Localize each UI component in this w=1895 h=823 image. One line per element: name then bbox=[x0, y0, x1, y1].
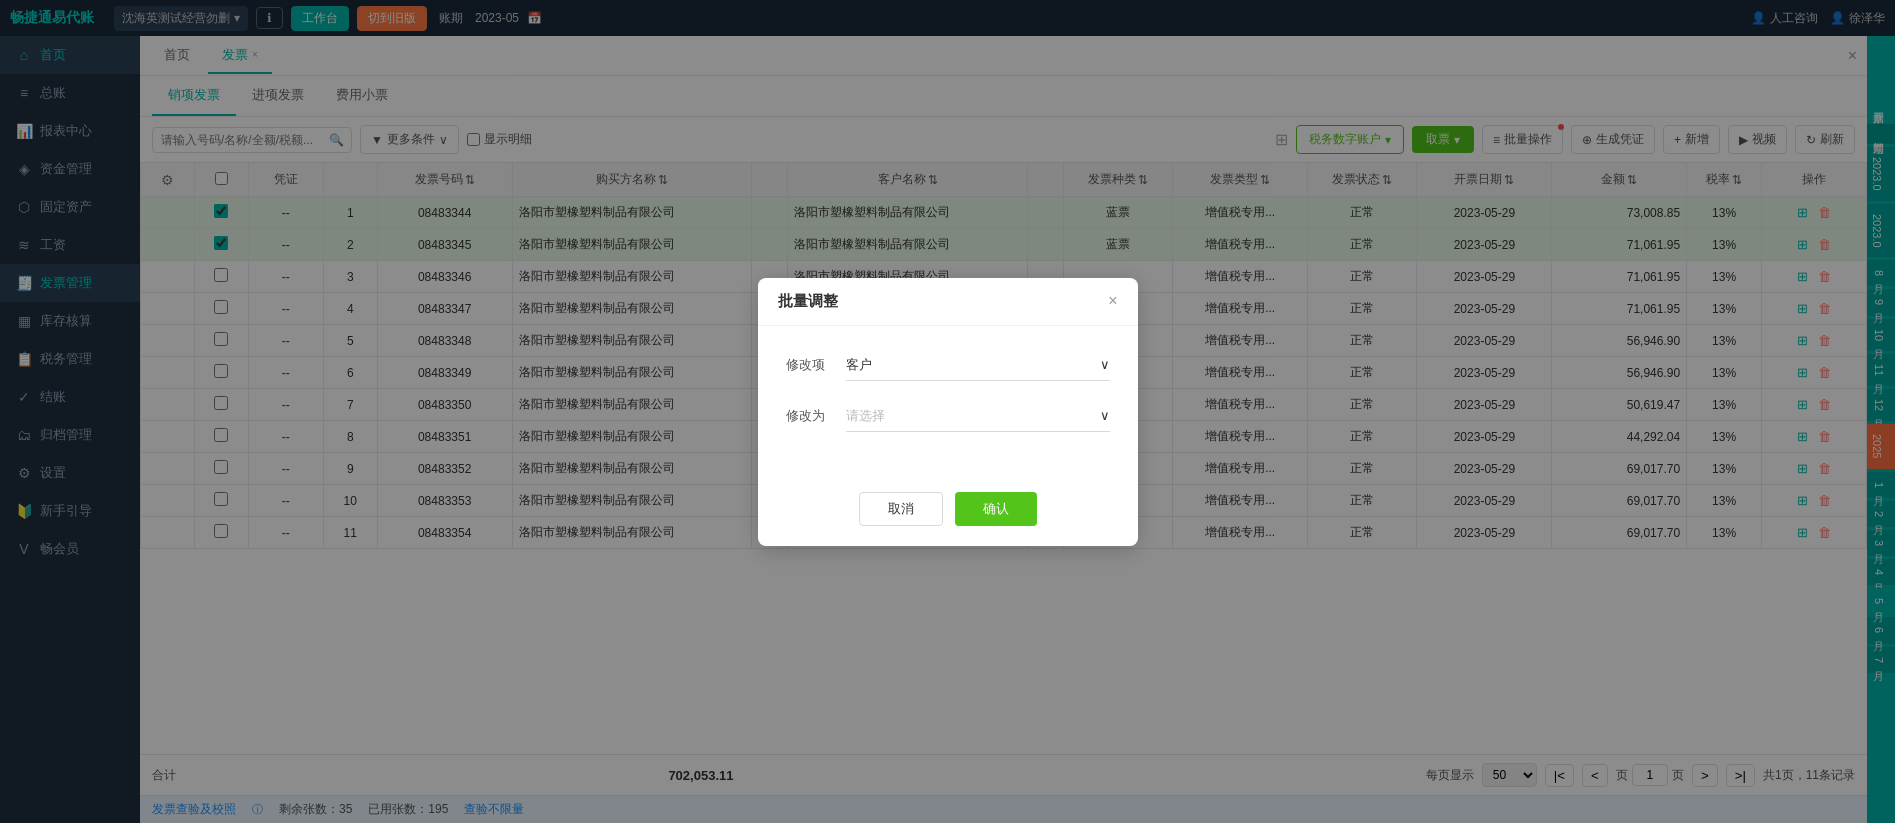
modal-overlay: 批量调整 × 修改项 客户 ∨ 修改为 请选择 ∨ 取消 确认 bbox=[0, 0, 1895, 823]
modal-body: 修改项 客户 ∨ 修改为 请选择 ∨ bbox=[758, 326, 1138, 476]
modal-field-row: 修改项 客户 ∨ bbox=[786, 350, 1110, 381]
modal-field-label: 修改项 bbox=[786, 356, 846, 374]
batch-adjust-modal: 批量调整 × 修改项 客户 ∨ 修改为 请选择 ∨ 取消 确认 bbox=[758, 278, 1138, 546]
modal-value-select[interactable]: 请选择 ∨ bbox=[846, 401, 1110, 432]
modal-field-chevron: ∨ bbox=[1100, 357, 1110, 372]
modal-cancel-btn[interactable]: 取消 bbox=[859, 492, 943, 526]
modal-field-select[interactable]: 客户 ∨ bbox=[846, 350, 1110, 381]
modal-value-row: 修改为 请选择 ∨ bbox=[786, 401, 1110, 432]
modal-title: 批量调整 bbox=[778, 292, 838, 311]
modal-header: 批量调整 × bbox=[758, 278, 1138, 326]
modal-value-placeholder: 请选择 bbox=[846, 407, 885, 425]
modal-confirm-btn[interactable]: 确认 bbox=[955, 492, 1037, 526]
modal-footer: 取消 确认 bbox=[758, 476, 1138, 546]
modal-close-btn[interactable]: × bbox=[1108, 292, 1117, 310]
modal-value-chevron: ∨ bbox=[1100, 408, 1110, 423]
modal-field-value: 客户 bbox=[846, 356, 872, 374]
modal-value-label: 修改为 bbox=[786, 407, 846, 425]
